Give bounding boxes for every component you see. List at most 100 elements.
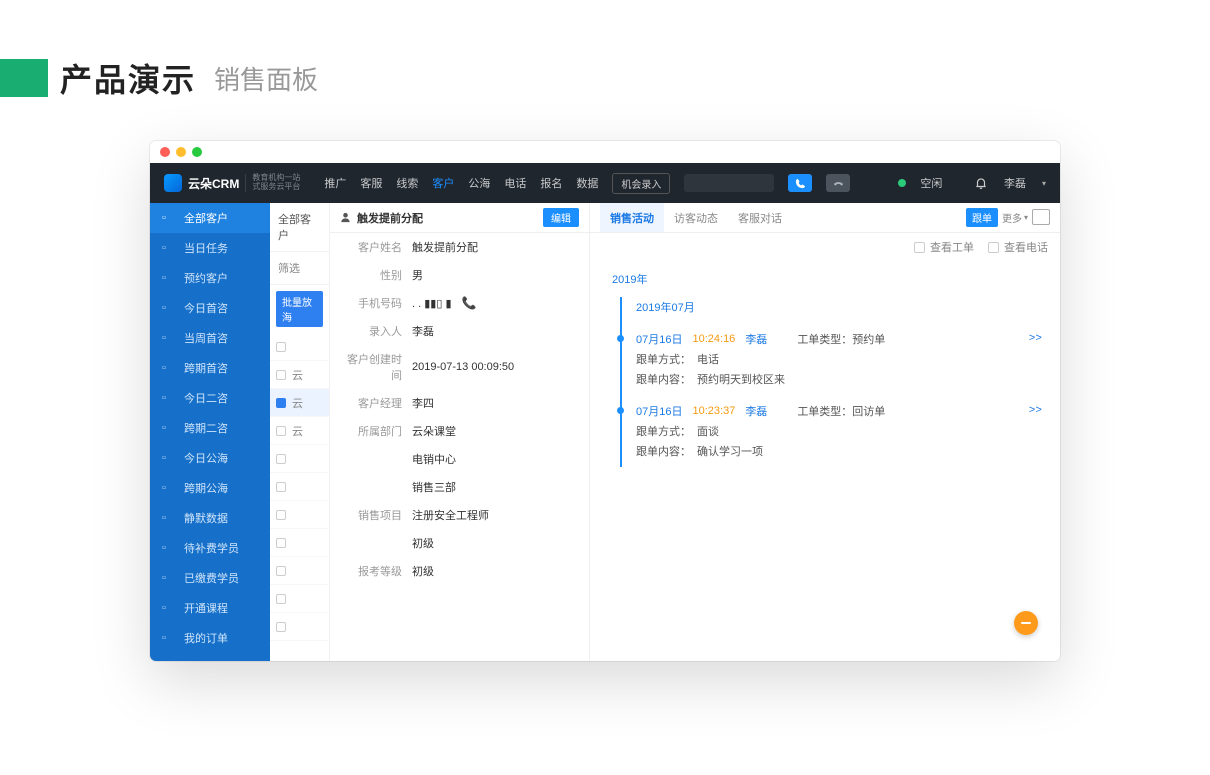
table-row[interactable]: 云 [270, 389, 329, 417]
sidebar-item[interactable]: ▫跨期首咨 [150, 353, 270, 383]
nav-电话[interactable]: 电话 [504, 175, 526, 191]
row-checkbox[interactable] [276, 538, 286, 548]
list-header: 全部客户 [270, 203, 329, 252]
user-name[interactable]: 李磊 [1004, 175, 1026, 191]
menu-icon: ▫ [162, 632, 174, 644]
accent-bar [0, 59, 48, 97]
row-checkbox[interactable] [276, 454, 286, 464]
followup-badge[interactable]: 跟单 [966, 208, 998, 227]
select-all-checkbox[interactable] [276, 342, 286, 352]
view-tickets-checkbox[interactable]: 查看工单 [914, 239, 974, 255]
nav-线索[interactable]: 线索 [396, 175, 418, 191]
sidebar-item[interactable]: ▫今日公海 [150, 443, 270, 473]
sidebar-item[interactable]: ▫已缴费学员 [150, 563, 270, 593]
table-row[interactable]: 云 [270, 417, 329, 445]
entry-expand-icon[interactable]: >> [1029, 333, 1042, 345]
row-checkbox[interactable] [276, 398, 286, 408]
timeline-year: 2019年 [612, 271, 1042, 287]
activity-tabs: 销售活动访客动态客服对话 跟单 更多 ▾ [590, 203, 1060, 233]
nav-客服[interactable]: 客服 [360, 175, 382, 191]
field-key: 客户创建时间 [340, 351, 412, 383]
menu-icon: ▫ [162, 392, 174, 404]
detail-field: 客户经理李四 [330, 389, 589, 417]
sidebar-item[interactable]: ▫我的订单 [150, 623, 270, 653]
hangup-button[interactable] [826, 174, 850, 192]
tab-1[interactable]: 访客动态 [664, 203, 728, 232]
row-checkbox[interactable] [276, 566, 286, 576]
window-minimize-icon[interactable] [176, 147, 186, 157]
nav-推广[interactable]: 推广 [324, 175, 346, 191]
table-row[interactable] [270, 557, 329, 585]
menu-icon: ▫ [162, 212, 174, 224]
field-key: 报考等级 [340, 563, 412, 579]
timeline-entry: 07月16日10:23:37李磊工单类型：回访单>>跟单方式：面谈跟单内容：确认… [620, 395, 1042, 467]
call-button[interactable] [788, 174, 812, 192]
sidebar-item[interactable]: ▫跨期二咨 [150, 413, 270, 443]
table-row[interactable] [270, 501, 329, 529]
table-row[interactable] [270, 585, 329, 613]
menu-icon: ▫ [162, 302, 174, 314]
chevron-down-icon: ▾ [1024, 213, 1028, 222]
sidebar-item[interactable]: ▫今日二咨 [150, 383, 270, 413]
brand-name: 云朵CRM [188, 175, 239, 192]
nav-报名[interactable]: 报名 [540, 175, 562, 191]
table-row[interactable] [270, 445, 329, 473]
sidebar-item-label: 待补费学员 [184, 540, 239, 556]
sidebar-item[interactable]: ▫当日任务 [150, 233, 270, 263]
table-row[interactable]: 云 [270, 361, 329, 389]
opportunity-button[interactable]: 机会录入 [612, 173, 670, 194]
cards-icon[interactable] [1034, 211, 1050, 225]
sidebar-item[interactable]: ▫跨期公海 [150, 473, 270, 503]
sidebar-item[interactable]: ▫今日首咨 [150, 293, 270, 323]
sidebar-item[interactable]: ▫ 全部客户 [150, 203, 270, 233]
sidebar-item[interactable]: ▫预约客户 [150, 263, 270, 293]
detail-field: 电销中心 [330, 445, 589, 473]
window-maximize-icon[interactable] [192, 147, 202, 157]
entry-kind: 工单类型：预约单 [797, 331, 885, 347]
sidebar-item[interactable]: ▫静默数据 [150, 503, 270, 533]
tab-0[interactable]: 销售活动 [600, 203, 664, 232]
row-checkbox[interactable] [276, 482, 286, 492]
field-value: 初级 [412, 563, 434, 579]
app-window: 云朵CRM 教育机构一站式服务云平台 推广客服线索客户公海电话报名数据 机会录入… [150, 141, 1060, 661]
cloud-icon [164, 174, 182, 192]
sidebar-item-label: 全部客户 [184, 210, 228, 226]
field-value: 李磊 [412, 323, 434, 339]
activity-panel: 销售活动访客动态客服对话 跟单 更多 ▾ 查看工单 查看电话 2019年 201… [590, 203, 1060, 661]
row-checkbox[interactable] [276, 370, 286, 380]
batch-release-button[interactable]: 批量放海 [276, 291, 323, 327]
sidebar-item[interactable]: ▫当周首咨 [150, 323, 270, 353]
row-checkbox[interactable] [276, 426, 286, 436]
table-row[interactable] [270, 529, 329, 557]
main-nav: 推广客服线索客户公海电话报名数据 [324, 175, 598, 191]
help-fab[interactable] [1014, 611, 1038, 635]
more-button[interactable]: 更多 ▾ [1002, 210, 1028, 225]
field-key: 性别 [340, 267, 412, 283]
entry-expand-icon[interactable]: >> [1029, 405, 1042, 417]
bell-icon[interactable] [974, 176, 988, 190]
row-checkbox[interactable] [276, 510, 286, 520]
detail-field: 销售项目注册安全工程师 [330, 501, 589, 529]
window-close-icon[interactable] [160, 147, 170, 157]
phone-icon[interactable]: 📞 [462, 296, 477, 310]
sidebar-item-label: 跨期公海 [184, 480, 228, 496]
topbar: 云朵CRM 教育机构一站式服务云平台 推广客服线索客户公海电话报名数据 机会录入… [150, 163, 1060, 203]
field-value: 男 [412, 267, 423, 283]
sidebar-item[interactable]: ▫待补费学员 [150, 533, 270, 563]
nav-数据[interactable]: 数据 [576, 175, 598, 191]
table-row[interactable] [270, 473, 329, 501]
nav-公海[interactable]: 公海 [468, 175, 490, 191]
search-input[interactable] [684, 174, 774, 192]
sidebar-item-label: 今日公海 [184, 450, 228, 466]
brand-logo[interactable]: 云朵CRM 教育机构一站式服务云平台 [164, 174, 300, 192]
sidebar-item[interactable]: ▫开通课程 [150, 593, 270, 623]
table-row[interactable] [270, 613, 329, 641]
edit-button[interactable]: 编辑 [543, 208, 579, 227]
row-checkbox[interactable] [276, 594, 286, 604]
chevron-down-icon[interactable]: ▾ [1042, 179, 1046, 188]
row-checkbox[interactable] [276, 622, 286, 632]
filter-label[interactable]: 筛选 [270, 252, 329, 285]
tab-2[interactable]: 客服对话 [728, 203, 792, 232]
nav-客户[interactable]: 客户 [432, 175, 454, 191]
view-calls-checkbox[interactable]: 查看电话 [988, 239, 1048, 255]
